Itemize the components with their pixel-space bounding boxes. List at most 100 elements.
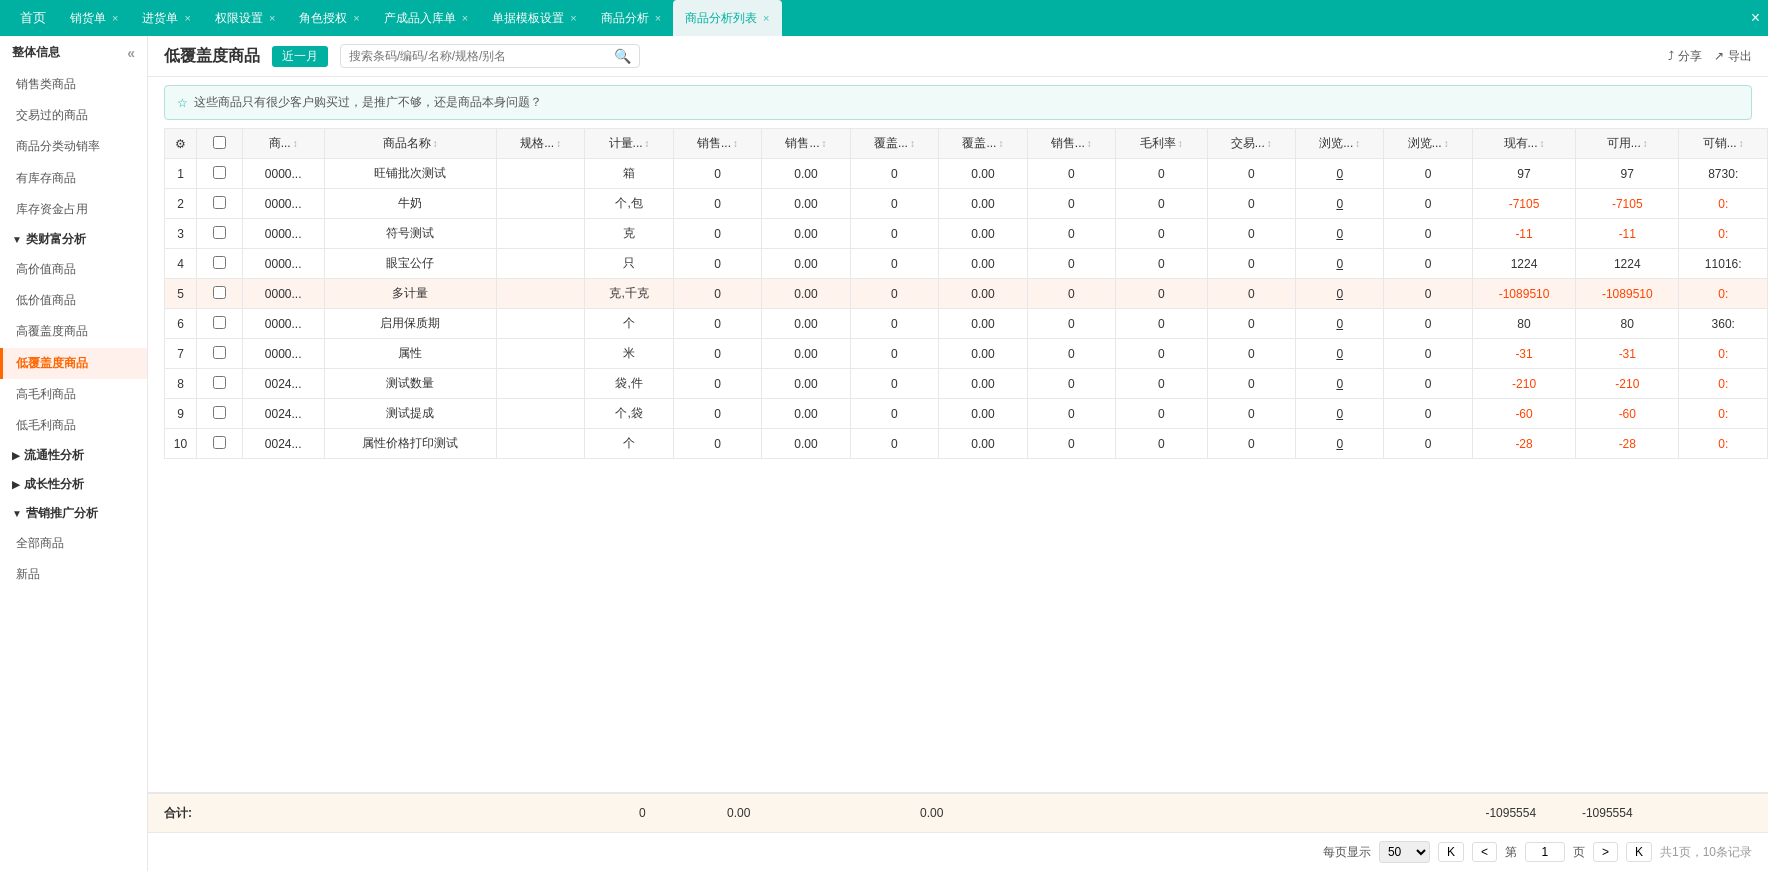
checkbox-column-header[interactable] xyxy=(197,129,243,159)
close-product-storage-icon[interactable]: × xyxy=(462,12,468,24)
page-input[interactable] xyxy=(1525,842,1565,862)
row-select-checkbox[interactable] xyxy=(213,436,226,449)
trans-column-header[interactable]: 交易...↕ xyxy=(1207,129,1295,159)
sidebar-item-low-margin[interactable]: 低毛利商品 xyxy=(0,410,147,441)
nav-permission[interactable]: 权限设置× xyxy=(203,0,287,36)
current-stock-column-header[interactable]: 现有...↕ xyxy=(1472,129,1575,159)
nav-product-storage[interactable]: 产成品入库单× xyxy=(372,0,480,36)
row-name[interactable]: 符号测试 xyxy=(324,219,496,249)
coverage2-column-header[interactable]: 覆盖...↕ xyxy=(939,129,1027,159)
nav-goods-analysis-list[interactable]: 商品分析列表× xyxy=(673,0,781,36)
row-select-checkbox[interactable] xyxy=(213,196,226,209)
sales-amt-column-header[interactable]: 销售...↕ xyxy=(762,129,850,159)
sidebar-section-wealth[interactable]: ▼ 类财富分析 xyxy=(0,225,147,254)
sellable-column-header[interactable]: 可销...↕ xyxy=(1679,129,1768,159)
row-checkbox[interactable] xyxy=(197,399,243,429)
name-column-header[interactable]: 商品名称↕ xyxy=(324,129,496,159)
period-button[interactable]: 近一月 xyxy=(272,46,328,67)
row-name[interactable]: 属性 xyxy=(324,339,496,369)
data-table-container[interactable]: ⚙ 商...↕ 商品名称↕ 规格...↕ 计量...↕ 销售...↕ 销售...… xyxy=(164,128,1768,792)
row-select-checkbox[interactable] xyxy=(213,286,226,299)
spec-column-header[interactable]: 规格...↕ xyxy=(496,129,584,159)
row-select-checkbox[interactable] xyxy=(213,226,226,239)
close-all-tabs-icon[interactable]: × xyxy=(1751,9,1760,27)
first-page-button[interactable]: K xyxy=(1438,842,1464,862)
row-checkbox[interactable] xyxy=(197,369,243,399)
share-button[interactable]: ⤴ 分享 xyxy=(1668,48,1702,65)
sidebar-item-high-margin[interactable]: 高毛利商品 xyxy=(0,379,147,410)
sidebar-collapse-btn[interactable]: « xyxy=(127,45,135,61)
row-select-checkbox[interactable] xyxy=(213,406,226,419)
sidebar-item-all-goods[interactable]: 全部商品 xyxy=(0,528,147,559)
export-button[interactable]: ↗ 导出 xyxy=(1714,48,1752,65)
sidebar-item-low-coverage[interactable]: 低覆盖度商品 xyxy=(0,348,147,379)
row-browse1[interactable]: 0 xyxy=(1296,339,1384,369)
row-name[interactable]: 测试提成 xyxy=(324,399,496,429)
row-name[interactable]: 启用保质期 xyxy=(324,309,496,339)
close-purchase-icon[interactable]: × xyxy=(184,12,190,24)
row-select-checkbox[interactable] xyxy=(213,316,226,329)
sidebar-item-high-value[interactable]: 高价值商品 xyxy=(0,254,147,285)
row-browse1[interactable]: 0 xyxy=(1296,429,1384,459)
row-browse1[interactable]: 0 xyxy=(1296,219,1384,249)
sidebar-item-category-rate[interactable]: 商品分类动销率 xyxy=(0,131,147,162)
row-name[interactable]: 多计量 xyxy=(324,279,496,309)
row-browse1[interactable]: 0 xyxy=(1296,309,1384,339)
nav-purchase[interactable]: 进货单× xyxy=(130,0,202,36)
row-name[interactable]: 测试数量 xyxy=(324,369,496,399)
nav-sales[interactable]: 销货单× xyxy=(58,0,130,36)
row-checkbox[interactable] xyxy=(197,309,243,339)
row-select-checkbox[interactable] xyxy=(213,166,226,179)
row-name[interactable]: 牛奶 xyxy=(324,189,496,219)
row-select-checkbox[interactable] xyxy=(213,346,226,359)
settings-column-header[interactable]: ⚙ xyxy=(165,129,197,159)
row-checkbox[interactable] xyxy=(197,429,243,459)
sidebar-item-traded-goods[interactable]: 交易过的商品 xyxy=(0,100,147,131)
nav-role[interactable]: 角色授权× xyxy=(287,0,371,36)
row-browse1[interactable]: 0 xyxy=(1296,159,1384,189)
row-checkbox[interactable] xyxy=(197,279,243,309)
row-browse1[interactable]: 0 xyxy=(1296,189,1384,219)
row-browse1[interactable]: 0 xyxy=(1296,399,1384,429)
unit-column-header[interactable]: 计量...↕ xyxy=(585,129,673,159)
coverage1-column-header[interactable]: 覆盖...↕ xyxy=(850,129,938,159)
nav-home[interactable]: 首页 xyxy=(8,0,58,36)
sidebar-item-low-value[interactable]: 低价值商品 xyxy=(0,285,147,316)
row-name[interactable]: 旺铺批次测试 xyxy=(324,159,496,189)
sales-qty-column-header[interactable]: 销售...↕ xyxy=(673,129,761,159)
sidebar-item-high-coverage[interactable]: 高覆盖度商品 xyxy=(0,316,147,347)
sidebar-item-new-goods[interactable]: 新品 xyxy=(0,559,147,590)
row-checkbox[interactable] xyxy=(197,339,243,369)
last-page-button[interactable]: K xyxy=(1626,842,1652,862)
browse1-column-header[interactable]: 浏览...↕ xyxy=(1296,129,1384,159)
row-browse1[interactable]: 0 xyxy=(1296,369,1384,399)
sales3-column-header[interactable]: 销售...↕ xyxy=(1027,129,1115,159)
close-sales-icon[interactable]: × xyxy=(112,12,118,24)
sidebar-section-marketing[interactable]: ▼ 营销推广分析 xyxy=(0,499,147,528)
per-page-select[interactable]: 50 100 200 xyxy=(1379,841,1430,863)
row-checkbox[interactable] xyxy=(197,219,243,249)
available-stock-column-header[interactable]: 可用...↕ xyxy=(1576,129,1679,159)
row-checkbox[interactable] xyxy=(197,159,243,189)
prev-page-button[interactable]: < xyxy=(1472,842,1497,862)
sidebar-item-stock-capital[interactable]: 库存资金占用 xyxy=(0,194,147,225)
sidebar-section-growth[interactable]: ▶ 成长性分析 xyxy=(0,470,147,499)
close-role-icon[interactable]: × xyxy=(353,12,359,24)
row-checkbox[interactable] xyxy=(197,189,243,219)
next-page-button[interactable]: > xyxy=(1593,842,1618,862)
search-input[interactable] xyxy=(349,49,614,63)
nav-template[interactable]: 单据模板设置× xyxy=(480,0,588,36)
row-name[interactable]: 眼宝公仔 xyxy=(324,249,496,279)
close-template-icon[interactable]: × xyxy=(570,12,576,24)
sidebar-item-stocked-goods[interactable]: 有库存商品 xyxy=(0,163,147,194)
row-browse1[interactable]: 0 xyxy=(1296,279,1384,309)
row-select-checkbox[interactable] xyxy=(213,376,226,389)
row-checkbox[interactable] xyxy=(197,249,243,279)
row-browse1[interactable]: 0 xyxy=(1296,249,1384,279)
close-goods-analysis-list-icon[interactable]: × xyxy=(763,12,769,24)
nav-goods-analysis[interactable]: 商品分析× xyxy=(589,0,673,36)
sidebar-section-circulation[interactable]: ▶ 流通性分析 xyxy=(0,441,147,470)
browse2-column-header[interactable]: 浏览...↕ xyxy=(1384,129,1472,159)
close-goods-analysis-icon[interactable]: × xyxy=(655,12,661,24)
select-all-checkbox[interactable] xyxy=(213,136,226,149)
